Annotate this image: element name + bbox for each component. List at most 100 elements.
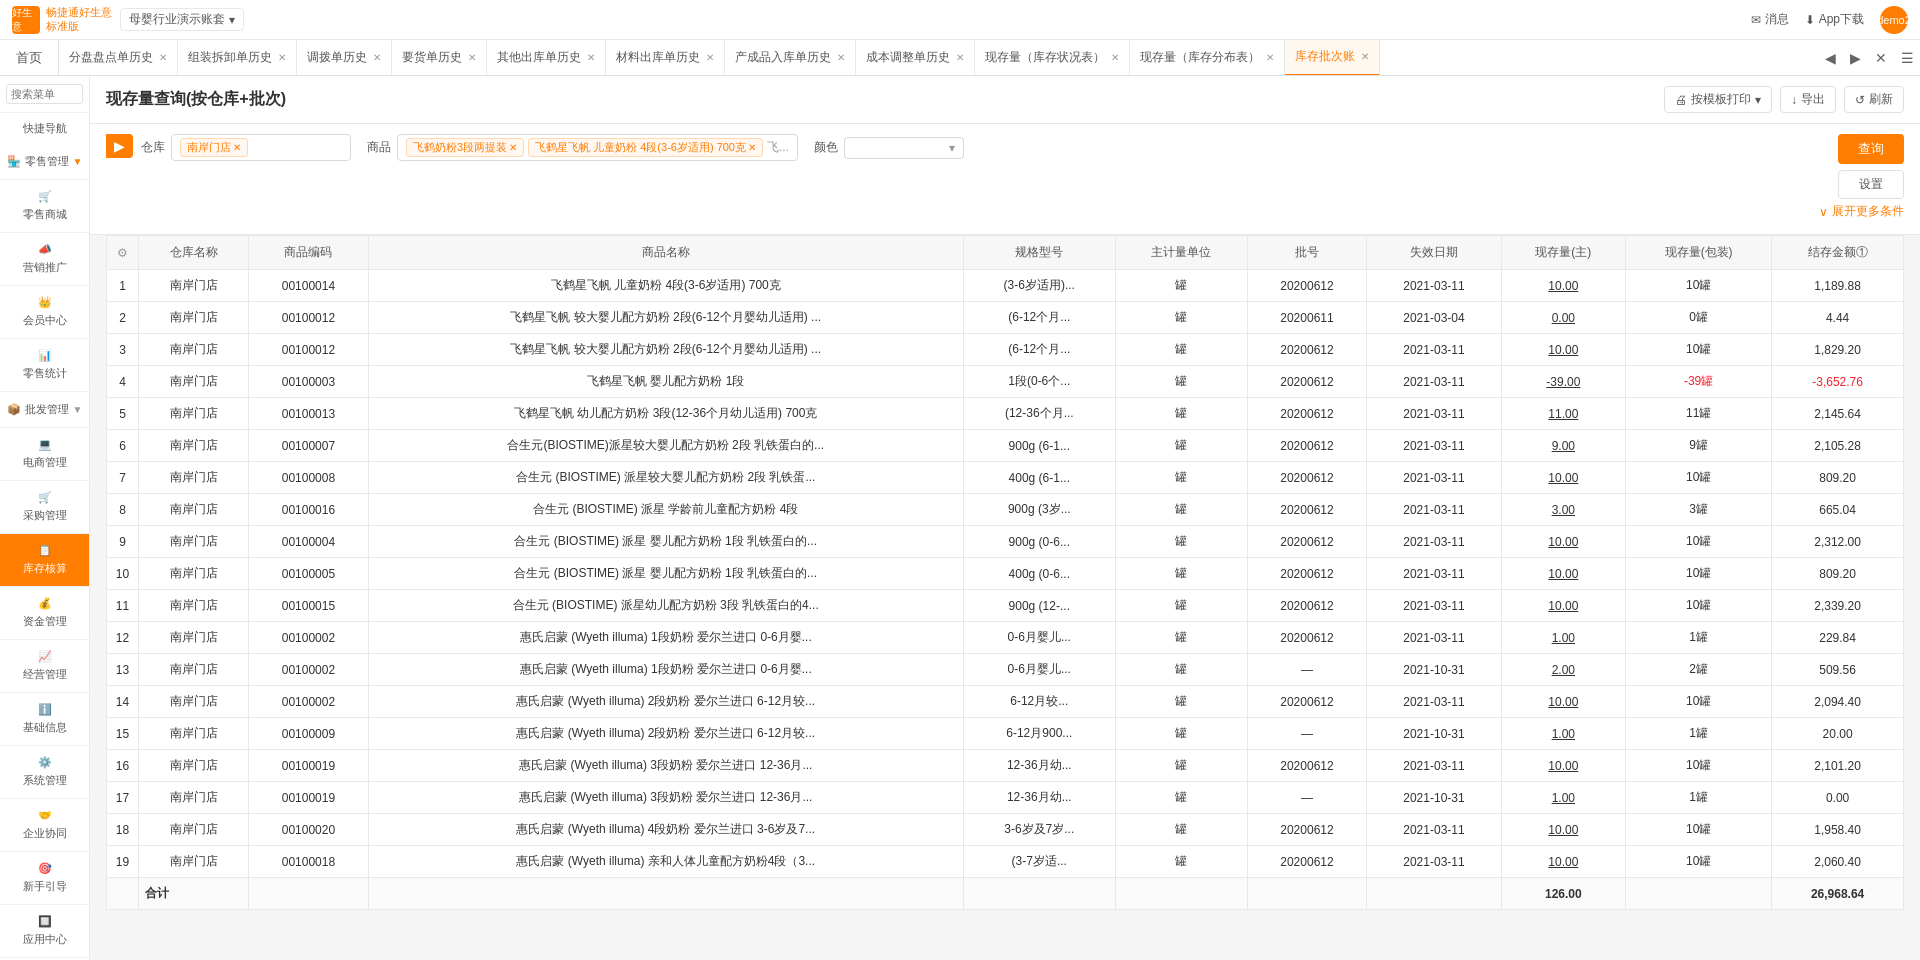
cell-qty[interactable]: 1.00 bbox=[1501, 622, 1625, 654]
marketing-icon: 📣 bbox=[38, 243, 52, 256]
tab-close-icon[interactable]: ✕ bbox=[706, 52, 714, 63]
tab-close-icon[interactable]: ✕ bbox=[1266, 52, 1274, 63]
cell-qty[interactable]: 11.00 bbox=[1501, 398, 1625, 430]
warehouse-tag-close[interactable]: ✕ bbox=[233, 142, 241, 153]
cell-qty[interactable]: 9.00 bbox=[1501, 430, 1625, 462]
sidebar-item-inventory[interactable]: 📋 库存核算 bbox=[0, 534, 89, 587]
workspace-select[interactable]: 母婴行业演示账套 ▾ bbox=[120, 8, 244, 31]
export-icon: ↓ bbox=[1791, 93, 1797, 107]
cell-qty[interactable]: 3.00 bbox=[1501, 494, 1625, 526]
product-tag-1-close[interactable]: ✕ bbox=[509, 142, 517, 153]
cell-qty[interactable]: 10.00 bbox=[1501, 334, 1625, 366]
sidebar-item-system[interactable]: ⚙️ 系统管理 bbox=[0, 746, 89, 799]
tab-menu-btn[interactable]: ☰ bbox=[1895, 50, 1920, 66]
tab-close-all-btn[interactable]: ✕ bbox=[1869, 50, 1893, 66]
filter-area: ▶ 仓库 南岸门店 ✕ 商品 bbox=[90, 124, 1920, 235]
cell-qty[interactable]: 10.00 bbox=[1501, 558, 1625, 590]
sidebar-item-marketing[interactable]: 📣 营销推广 bbox=[0, 233, 89, 286]
filter-toggle-btn[interactable]: ▶ bbox=[106, 134, 133, 158]
cell-pkg-qty: 10罐 bbox=[1626, 590, 1772, 622]
tab-close-icon[interactable]: ✕ bbox=[159, 52, 167, 63]
tab-close-icon[interactable]: ✕ bbox=[468, 52, 476, 63]
sidebar-item-finance[interactable]: 💰 资金管理 bbox=[0, 587, 89, 640]
cell-qty[interactable]: 10.00 bbox=[1501, 526, 1625, 558]
cell-qty[interactable]: -39.00 bbox=[1501, 366, 1625, 398]
tab-item[interactable]: 材料出库单历史 ✕ bbox=[606, 40, 725, 76]
filter-row-container: ▶ 仓库 南岸门店 ✕ 商品 bbox=[106, 134, 1904, 199]
cell-expire: 2021-03-11 bbox=[1367, 558, 1501, 590]
cell-qty[interactable]: 1.00 bbox=[1501, 782, 1625, 814]
sidebar-quicknav[interactable]: 快捷导航 bbox=[0, 113, 89, 144]
tab-close-icon[interactable]: ✕ bbox=[956, 52, 964, 63]
cell-batch: 20200612 bbox=[1247, 526, 1367, 558]
tab-item[interactable]: 其他出库单历史 ✕ bbox=[487, 40, 606, 76]
cell-warehouse: 南岸门店 bbox=[139, 814, 249, 846]
tab-prev-btn[interactable]: ◀ bbox=[1819, 50, 1842, 66]
color-tag-input[interactable]: ▾ bbox=[844, 137, 964, 159]
tab-item[interactable]: 成本调整单历史 ✕ bbox=[856, 40, 975, 76]
sidebar-item-apps[interactable]: 🔲 应用中心 bbox=[0, 905, 89, 958]
cell-amount: 809.20 bbox=[1772, 558, 1904, 590]
cell-qty[interactable]: 1.00 bbox=[1501, 718, 1625, 750]
cell-qty[interactable]: 2.00 bbox=[1501, 654, 1625, 686]
refresh-btn[interactable]: ↺ 刷新 bbox=[1844, 86, 1904, 113]
product-tag-2-close[interactable]: ✕ bbox=[748, 142, 756, 153]
query-btn[interactable]: 查询 bbox=[1838, 134, 1904, 164]
cell-qty[interactable]: 10.00 bbox=[1501, 590, 1625, 622]
sidebar-item-wholesale[interactable]: 📦 批发管理 ▼ bbox=[0, 392, 89, 428]
tab-close-icon[interactable]: ✕ bbox=[837, 52, 845, 63]
tab-home[interactable]: 首页 bbox=[0, 40, 59, 76]
sidebar-item-membership[interactable]: 👑 会员中心 bbox=[0, 286, 89, 339]
cell-qty[interactable]: 0.00 bbox=[1501, 302, 1625, 334]
cell-qty[interactable]: 10.00 bbox=[1501, 462, 1625, 494]
sidebar-item-guide[interactable]: 🎯 新手引导 bbox=[0, 852, 89, 905]
col-settings[interactable]: ⚙ bbox=[107, 236, 139, 270]
tab-item[interactable]: 调拨单历史 ✕ bbox=[297, 40, 392, 76]
sidebar-item-basic-info[interactable]: ℹ️ 基础信息 bbox=[0, 693, 89, 746]
cell-amount: 1,189.88 bbox=[1772, 270, 1904, 302]
cell-unit: 罐 bbox=[1115, 366, 1247, 398]
tab-item[interactable]: 组装拆卸单历史 ✕ bbox=[178, 40, 297, 76]
cell-qty[interactable]: 10.00 bbox=[1501, 686, 1625, 718]
tab-close-icon[interactable]: ✕ bbox=[587, 52, 595, 63]
tab-item[interactable]: 要货单历史 ✕ bbox=[392, 40, 487, 76]
sidebar-item-enterprise[interactable]: 🤝 企业协同 bbox=[0, 799, 89, 852]
messages-btn[interactable]: ✉ 消息 bbox=[1751, 11, 1789, 28]
sidebar-item-purchase[interactable]: 🛒 采购管理 bbox=[0, 481, 89, 534]
export-btn[interactable]: ↓ 导出 bbox=[1780, 86, 1836, 113]
expand-btn[interactable]: ∨ 展开更多条件 bbox=[1819, 203, 1904, 220]
avatar[interactable]: demo2 bbox=[1880, 6, 1908, 34]
cell-amount: 2,094.40 bbox=[1772, 686, 1904, 718]
search-input[interactable] bbox=[6, 84, 83, 104]
download-btn[interactable]: ⬇ App下载 bbox=[1805, 11, 1864, 28]
tab-close-icon[interactable]: ✕ bbox=[278, 52, 286, 63]
chevron-down-icon: ▾ bbox=[1755, 93, 1761, 107]
print-btn[interactable]: 🖨 按模板打印 ▾ bbox=[1664, 86, 1772, 113]
sidebar-item-retail-stats[interactable]: 📊 零售统计 bbox=[0, 339, 89, 392]
tab-item[interactable]: 现存量（库存分布表）✕ bbox=[1130, 40, 1285, 76]
tab-close-icon[interactable]: ✕ bbox=[373, 52, 381, 63]
sidebar-item-retail-mgmt[interactable]: 🏪 零售管理 ▼ bbox=[0, 144, 89, 180]
tab-close-icon[interactable]: ✕ bbox=[1361, 51, 1369, 62]
setting-btn[interactable]: 设置 bbox=[1838, 170, 1904, 199]
tab-close-icon[interactable]: ✕ bbox=[1111, 52, 1119, 63]
product-tag-input[interactable]: 飞鹤奶粉3段两提装 ✕ 飞鹤星飞帆 儿童奶粉 4段(3-6岁适用) 700克 ✕… bbox=[397, 134, 798, 161]
warehouse-tag-input[interactable]: 南岸门店 ✕ bbox=[171, 134, 351, 161]
cell-qty[interactable]: 10.00 bbox=[1501, 750, 1625, 782]
tab-item[interactable]: 分盘盘点单历史 ✕ bbox=[59, 40, 178, 76]
sidebar-item-ecommerce[interactable]: 💻 电商管理 bbox=[0, 428, 89, 481]
tab-next-btn[interactable]: ▶ bbox=[1844, 50, 1867, 66]
cell-expire: 2021-03-04 bbox=[1367, 302, 1501, 334]
finance-icon: 💰 bbox=[38, 597, 52, 610]
tab-item[interactable]: 产成品入库单历史 ✕ bbox=[725, 40, 856, 76]
cell-name: 合生元 (BIOSTIME) 派星较大婴儿配方奶粉 2段 乳铁蛋... bbox=[368, 462, 963, 494]
tab-item[interactable]: 现存量（库存状况表）✕ bbox=[975, 40, 1130, 76]
cell-batch: 20200612 bbox=[1247, 814, 1367, 846]
sidebar-item-retail-shop[interactable]: 🛒 零售商城 bbox=[0, 180, 89, 233]
cell-qty[interactable]: 10.00 bbox=[1501, 846, 1625, 878]
gear-icon: ⚙️ bbox=[38, 756, 52, 769]
cell-qty[interactable]: 10.00 bbox=[1501, 270, 1625, 302]
sidebar-item-operations[interactable]: 📈 经营管理 bbox=[0, 640, 89, 693]
tab-item-active[interactable]: 库存批次账 ✕ bbox=[1285, 40, 1380, 76]
cell-qty[interactable]: 10.00 bbox=[1501, 814, 1625, 846]
